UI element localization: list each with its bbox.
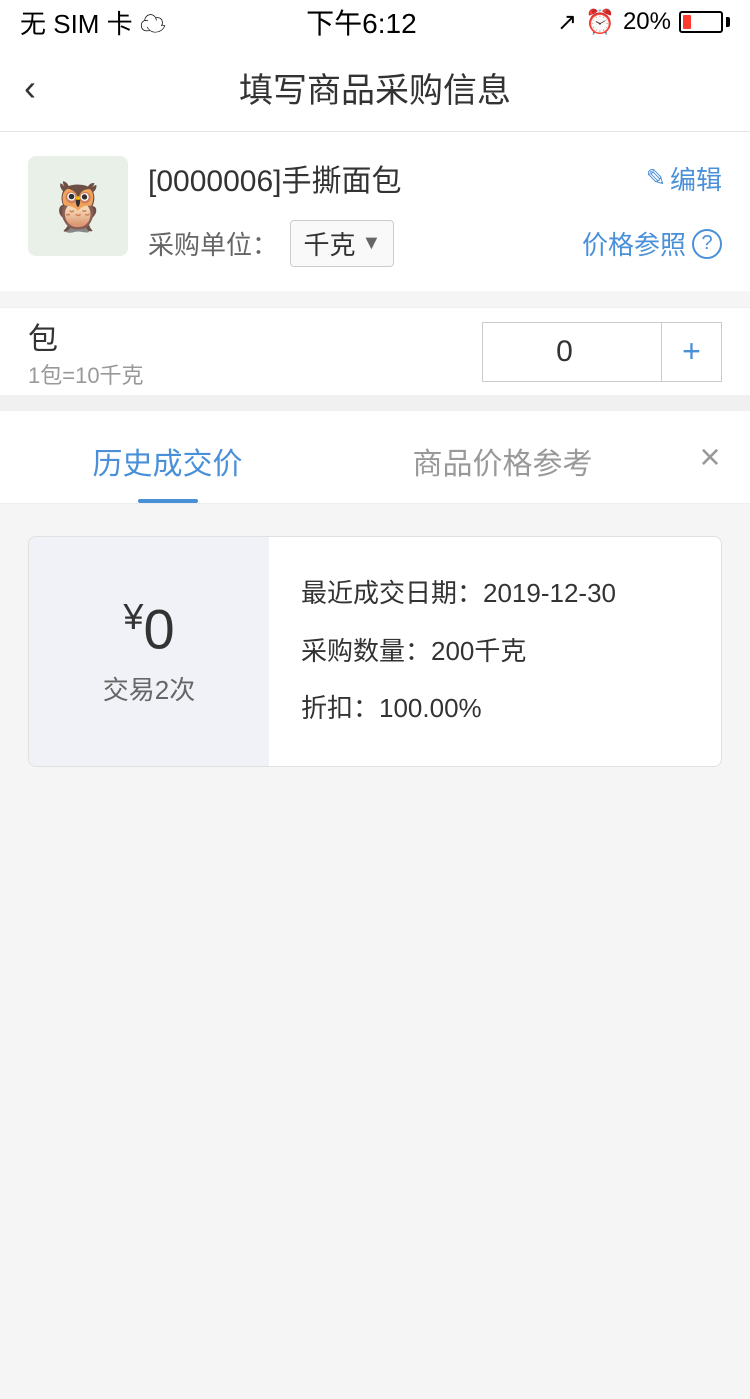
price-card-right: 最近成交日期：2019-12-30 采购数量：200千克 折扣：100.00% [269, 537, 721, 766]
tab-close-button[interactable]: × [670, 417, 750, 497]
product-header: [0000006]手撕面包 ✎ 编辑 [148, 156, 722, 200]
date-label: 最近成交日期： [301, 578, 483, 608]
back-button[interactable]: ‹ [24, 67, 36, 109]
tab-reference-price[interactable]: 商品价格参考 [335, 411, 670, 503]
product-thumbnail: 🦉 [48, 178, 108, 235]
discount-value: 100.00% [379, 693, 482, 723]
discount-label: 折扣： [301, 693, 379, 723]
quantity-label-wrap: 包 1包=10千克 [28, 314, 144, 390]
battery-indicator [679, 11, 730, 33]
unit-value: 千克 [303, 225, 355, 262]
status-left: 无 SIM 卡 ☁ [20, 4, 166, 41]
unit-selector[interactable]: 千克 ▼ [290, 220, 394, 267]
battery-fill [683, 15, 691, 29]
price-detail-discount: 折扣：100.00% [301, 688, 689, 730]
price-detail-date: 最近成交日期：2019-12-30 [301, 573, 689, 615]
date-value: 2019-12-30 [483, 578, 616, 608]
quantity-unit-name: 包 [28, 314, 144, 358]
edit-label: 编辑 [670, 160, 722, 197]
status-bar: 无 SIM 卡 ☁ 下午6:12 ↗ ⏰ 20% [0, 0, 750, 44]
alarm-icon: ⏰ [585, 8, 615, 37]
product-icon: 🦉 [28, 156, 128, 256]
price-reference-button[interactable]: 价格参照 ? [582, 225, 722, 262]
product-section: 🦉 [0000006]手撕面包 ✎ 编辑 采购单位： 千克 ▼ 价格参照 ? [0, 132, 750, 291]
edit-button[interactable]: ✎ 编辑 [646, 160, 722, 197]
unit-area: 采购单位： 千克 ▼ [148, 220, 394, 267]
quantity-value: 200千克 [431, 636, 526, 666]
unit-label: 采购单位： [148, 230, 278, 260]
location-icon: ↗ [557, 8, 577, 37]
price-amount: ¥0 [123, 596, 174, 662]
quantity-conversion: 1包=10千克 [28, 358, 144, 390]
price-trades: 交易2次 [103, 670, 195, 707]
battery-tip [726, 17, 730, 27]
status-time: 下午6:12 [306, 2, 417, 42]
battery-body [679, 11, 723, 33]
page-title: 填写商品采购信息 [239, 63, 511, 112]
quantity-section: 包 1包=10千克 + [0, 307, 750, 395]
quantity-input[interactable] [482, 322, 662, 382]
quantity-label: 采购数量： [301, 636, 431, 666]
tab-reference-label: 商品价格参考 [413, 448, 593, 481]
quantity-input-wrap: + [482, 322, 722, 382]
tab-history-label: 历史成交价 [93, 448, 243, 481]
tab-history-price[interactable]: 历史成交价 [0, 411, 335, 503]
product-unit-row: 采购单位： 千克 ▼ 价格参照 ? [148, 220, 722, 267]
section-divider [0, 395, 750, 411]
unit-dropdown-icon: ▼ [361, 232, 381, 255]
product-name: [0000006]手撕面包 [148, 156, 401, 200]
price-ref-label: 价格参照 [582, 225, 686, 262]
price-ref-help-icon: ? [692, 229, 722, 259]
price-value: 0 [143, 598, 174, 661]
bottom-space [0, 799, 750, 1399]
nav-bar: ‹ 填写商品采购信息 [0, 44, 750, 132]
price-content: ¥0 交易2次 最近成交日期：2019-12-30 采购数量：200千克 折扣：… [0, 504, 750, 799]
tab-list: 历史成交价 商品价格参考 [0, 411, 670, 503]
currency-symbol: ¥ [123, 596, 143, 637]
edit-icon: ✎ [646, 164, 666, 193]
product-info: [0000006]手撕面包 ✎ 编辑 采购单位： 千克 ▼ 价格参照 ? [148, 156, 722, 267]
sim-label: 无 SIM 卡 ☁ [20, 4, 166, 41]
price-detail-quantity: 采购数量：200千克 [301, 631, 689, 673]
quantity-plus-button[interactable]: + [662, 322, 722, 382]
price-card-left: ¥0 交易2次 [29, 537, 269, 766]
tab-section: 历史成交价 商品价格参考 × [0, 411, 750, 504]
price-card: ¥0 交易2次 最近成交日期：2019-12-30 采购数量：200千克 折扣：… [28, 536, 722, 767]
status-right: ↗ ⏰ 20% [557, 8, 730, 37]
battery-percent: 20% [623, 8, 671, 36]
